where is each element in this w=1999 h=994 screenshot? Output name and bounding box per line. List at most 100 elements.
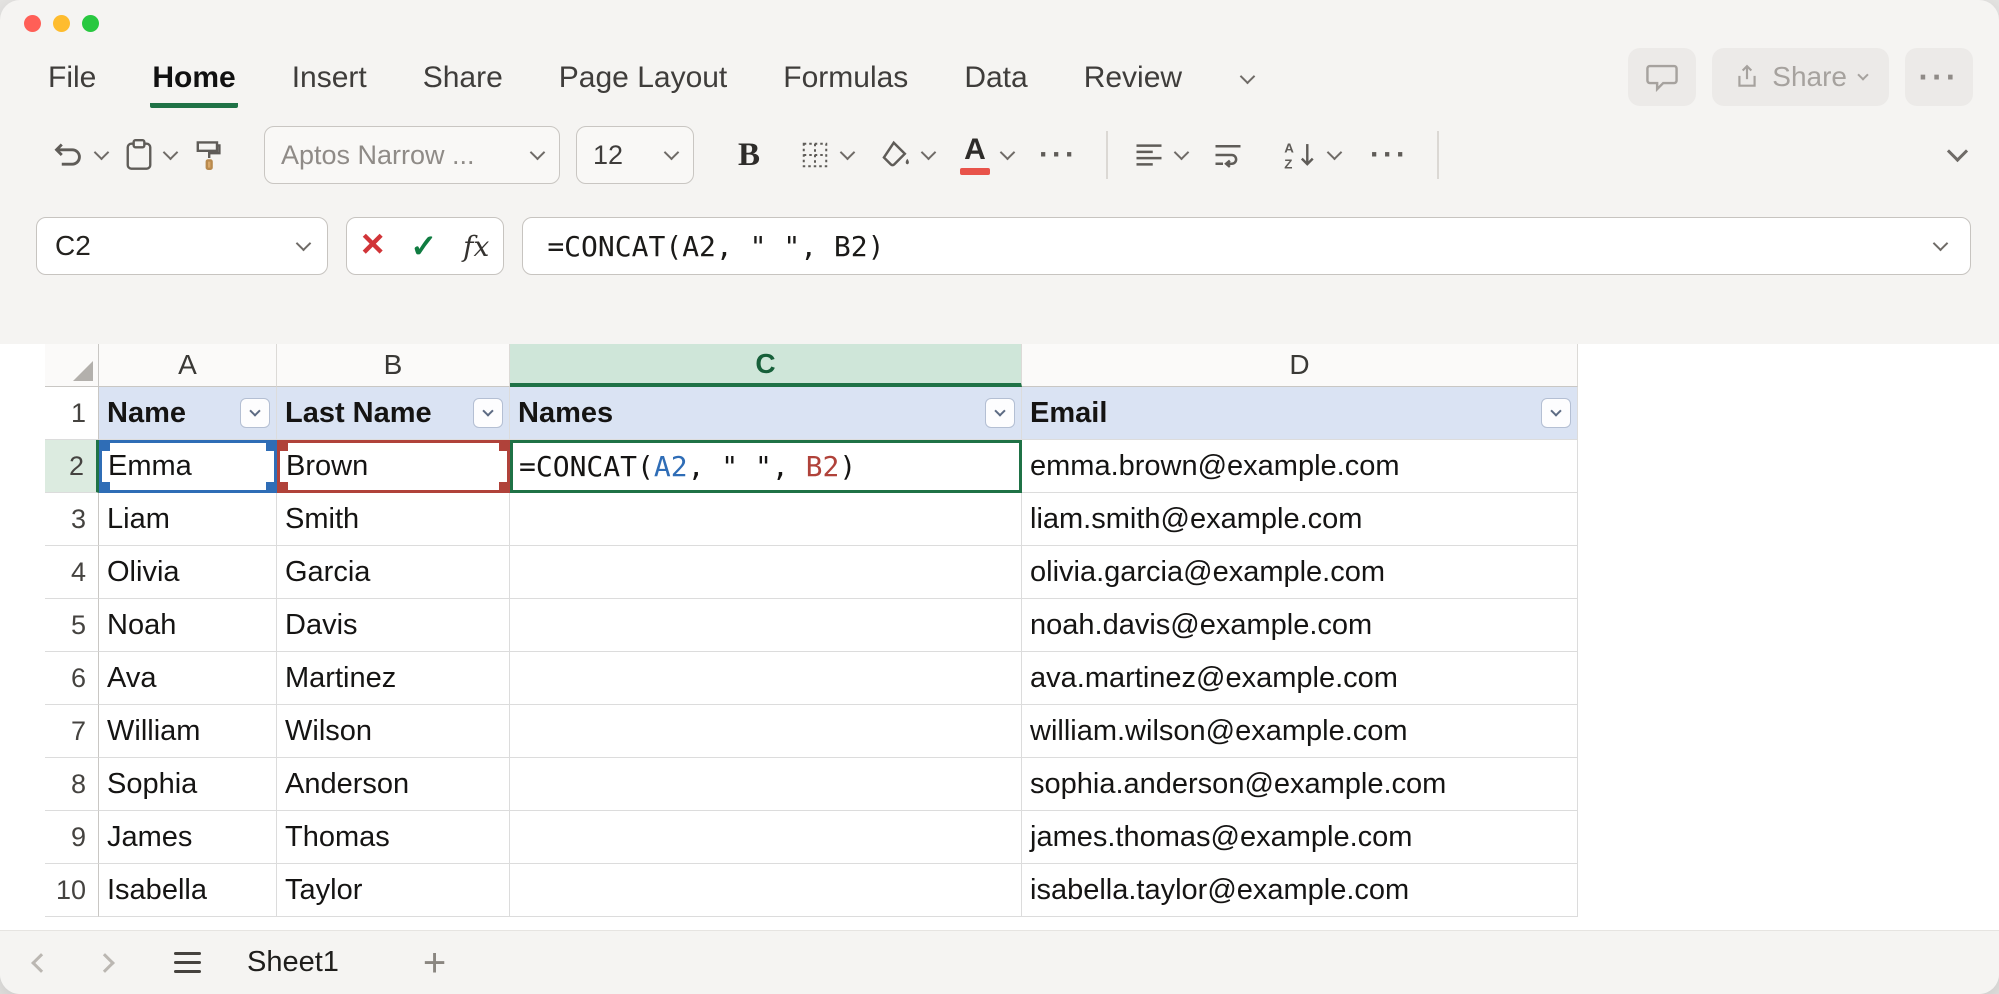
cell-c8[interactable] [510, 758, 1022, 811]
more-options-button[interactable]: ··· [1905, 48, 1973, 106]
cell-b5[interactable]: Davis [277, 599, 510, 652]
cell-d9[interactable]: james.thomas@example.com [1022, 811, 1578, 864]
row-header-1[interactable]: 1 [45, 387, 99, 440]
cell-a5[interactable]: Noah [99, 599, 277, 652]
cell-d10[interactable]: isabella.taylor@example.com [1022, 864, 1578, 917]
sort-filter-button[interactable]: A Z [1283, 140, 1343, 170]
tab-review[interactable]: Review [1082, 51, 1184, 108]
cell-c7[interactable] [510, 705, 1022, 758]
name-box[interactable]: C2 [36, 217, 328, 275]
bold-button[interactable]: B [738, 137, 760, 174]
tab-page-layout[interactable]: Page Layout [557, 51, 729, 108]
tab-formulas[interactable]: Formulas [781, 51, 910, 108]
more-tabs-chevron-icon[interactable] [1239, 68, 1256, 84]
add-sheet-button[interactable]: + [423, 943, 446, 983]
borders-dropdown-chevron-icon[interactable] [839, 144, 856, 160]
cell-b6[interactable]: Martinez [277, 652, 510, 705]
cell-b7[interactable]: Wilson [277, 705, 510, 758]
close-button[interactable] [24, 14, 41, 32]
sheet-list-button[interactable] [174, 952, 201, 973]
font-size-select[interactable]: 12 [576, 126, 694, 184]
wrap-text-button[interactable] [1213, 142, 1243, 168]
cell-c6[interactable] [510, 652, 1022, 705]
row-header-8[interactable]: 8 [45, 758, 99, 811]
enter-button[interactable]: ✓ [410, 230, 437, 262]
cell-d7[interactable]: william.wilson@example.com [1022, 705, 1578, 758]
more-toolbar-options-button[interactable]: ··· [1370, 138, 1409, 172]
cell-c10[interactable] [510, 864, 1022, 917]
collapse-ribbon-chevron-icon[interactable] [1946, 140, 1969, 162]
row-header-4[interactable]: 4 [45, 546, 99, 599]
zoom-button[interactable] [82, 14, 99, 32]
filter-button[interactable] [473, 398, 503, 428]
format-painter-button[interactable] [194, 140, 222, 170]
filter-button[interactable] [1541, 398, 1571, 428]
sheet-tab-sheet1[interactable]: Sheet1 [247, 946, 339, 979]
align-button[interactable] [1134, 143, 1190, 167]
cell-a10[interactable]: Isabella [99, 864, 277, 917]
cell-a7[interactable]: William [99, 705, 277, 758]
cell-b9[interactable]: Thomas [277, 811, 510, 864]
cell-d8[interactable]: sophia.anderson@example.com [1022, 758, 1578, 811]
fill-color-dropdown-chevron-icon[interactable] [920, 144, 937, 160]
minimize-button[interactable] [53, 14, 70, 32]
column-header-b[interactable]: B [277, 344, 510, 387]
row-header-3[interactable]: 3 [45, 493, 99, 546]
font-name-select[interactable]: Aptos Narrow ... [264, 126, 560, 184]
column-header-a[interactable]: A [99, 344, 277, 387]
next-sheet-button[interactable] [95, 952, 115, 973]
cell-c9[interactable] [510, 811, 1022, 864]
undo-dropdown-chevron-icon[interactable] [93, 144, 110, 160]
tab-data[interactable]: Data [962, 51, 1029, 108]
tab-share[interactable]: Share [421, 51, 505, 108]
cell-b2[interactable]: Brown [277, 440, 510, 493]
cell-a9[interactable]: James [99, 811, 277, 864]
paste-button[interactable] [125, 139, 179, 171]
cell-b3[interactable]: Smith [277, 493, 510, 546]
cell-c2-active-formula[interactable]: =CONCAT(A2, " ", B2) [510, 440, 1022, 493]
name-box-chevron-icon[interactable] [295, 235, 312, 251]
column-header-d[interactable]: D [1022, 344, 1578, 387]
cell-a6[interactable]: Ava [99, 652, 277, 705]
cell-b10[interactable]: Taylor [277, 864, 510, 917]
font-color-button[interactable]: A [960, 135, 1016, 175]
fill-color-button[interactable] [879, 140, 937, 170]
font-color-dropdown-chevron-icon[interactable] [999, 144, 1016, 160]
cell-d3[interactable]: liam.smith@example.com [1022, 493, 1578, 546]
cell-b1[interactable]: Last Name [277, 387, 510, 440]
previous-sheet-button[interactable] [31, 952, 51, 973]
comments-button[interactable] [1628, 48, 1697, 106]
cell-d6[interactable]: ava.martinez@example.com [1022, 652, 1578, 705]
cell-d4[interactable]: olivia.garcia@example.com [1022, 546, 1578, 599]
paste-dropdown-chevron-icon[interactable] [162, 144, 179, 160]
row-header-9[interactable]: 9 [45, 811, 99, 864]
cancel-button[interactable]: × [361, 224, 384, 264]
row-header-10[interactable]: 10 [45, 864, 99, 917]
filter-button[interactable] [240, 398, 270, 428]
insert-function-button[interactable]: fx [463, 230, 489, 263]
cell-c3[interactable] [510, 493, 1022, 546]
tab-file[interactable]: File [46, 51, 98, 108]
cell-a4[interactable]: Olivia [99, 546, 277, 599]
share-button[interactable]: Share [1712, 48, 1889, 106]
cell-a1[interactable]: Name [99, 387, 277, 440]
tab-insert[interactable]: Insert [290, 51, 369, 108]
cell-c1[interactable]: Names [510, 387, 1022, 440]
row-header-2[interactable]: 2 [45, 440, 99, 493]
filter-button[interactable] [985, 398, 1015, 428]
align-dropdown-chevron-icon[interactable] [1173, 144, 1190, 160]
row-header-5[interactable]: 5 [45, 599, 99, 652]
row-header-6[interactable]: 6 [45, 652, 99, 705]
formula-input[interactable]: =CONCAT(A2, " ", B2) [522, 217, 1971, 275]
borders-button[interactable] [800, 140, 856, 170]
select-all-button[interactable] [45, 344, 99, 387]
cell-d1[interactable]: Email [1022, 387, 1578, 440]
cell-c5[interactable] [510, 599, 1022, 652]
cell-a2[interactable]: Emma [99, 440, 277, 493]
cell-b4[interactable]: Garcia [277, 546, 510, 599]
more-font-options-button[interactable]: ··· [1039, 138, 1078, 172]
cell-c4[interactable] [510, 546, 1022, 599]
cell-b8[interactable]: Anderson [277, 758, 510, 811]
cell-d5[interactable]: noah.davis@example.com [1022, 599, 1578, 652]
cell-a8[interactable]: Sophia [99, 758, 277, 811]
